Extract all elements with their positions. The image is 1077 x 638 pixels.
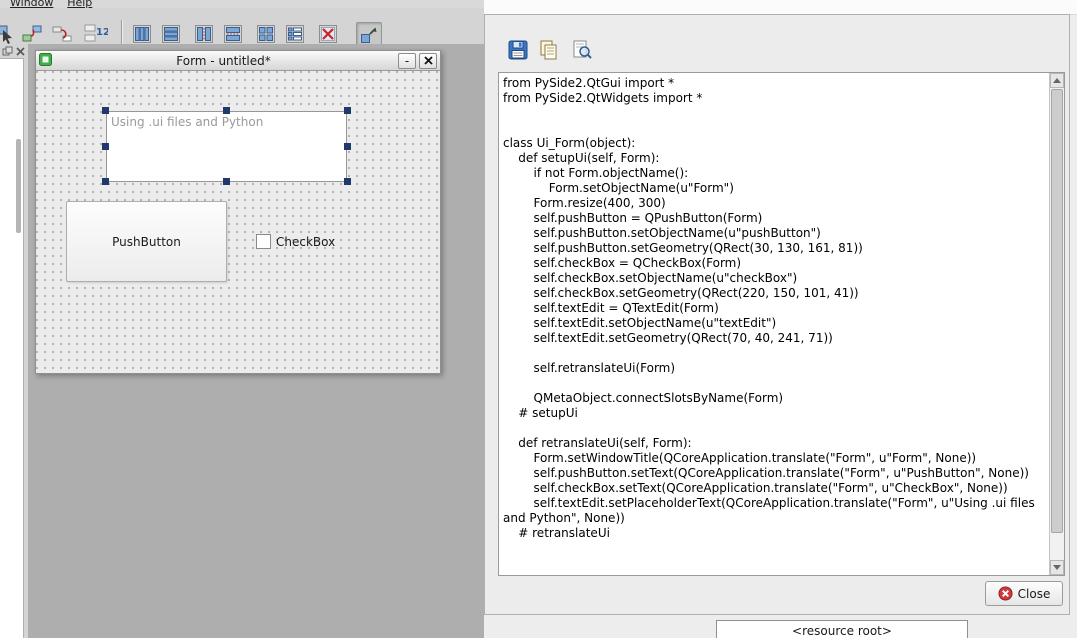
- edit-widgets-icon[interactable]: [0, 22, 17, 46]
- close-circle-icon: [998, 586, 1013, 601]
- close-button[interactable]: Close: [985, 581, 1063, 606]
- scroll-down-icon[interactable]: [1050, 560, 1064, 575]
- layout-grid-icon[interactable]: [254, 22, 278, 46]
- selection-handle[interactable]: [344, 178, 351, 185]
- selection-handle[interactable]: [344, 143, 351, 150]
- widget-box-panel[interactable]: [0, 58, 24, 638]
- dock-float-icon[interactable]: [2, 46, 13, 57]
- generated-code: from PySide2.QtGui import * from PySide2…: [499, 73, 1064, 544]
- textedit-widget[interactable]: Using .ui files and Python: [106, 111, 347, 182]
- code-scrollbar[interactable]: [1049, 73, 1064, 575]
- layout-horizontally-icon[interactable]: [130, 22, 154, 46]
- close-icon: [424, 56, 433, 65]
- svg-text:123: 123: [96, 27, 108, 38]
- form-canvas[interactable]: Using .ui files and Python PushButton Ch…: [36, 71, 440, 373]
- checkbox-indicator[interactable]: [256, 234, 271, 249]
- selection-handle[interactable]: [102, 107, 109, 114]
- save-icon[interactable]: [505, 37, 531, 63]
- edit-tab-order-icon[interactable]: 123: [84, 22, 108, 46]
- right-top-strip: [484, 0, 1077, 15]
- close-window-button[interactable]: [419, 53, 437, 69]
- form-window-title: Form - untitled*: [52, 54, 395, 68]
- dock-close-icon[interactable]: [15, 46, 26, 57]
- selection-handle[interactable]: [223, 178, 230, 185]
- code-preview-dialog: from PySide2.QtGui import * from PySide2…: [484, 14, 1070, 615]
- copy-icon[interactable]: [536, 37, 562, 63]
- qt-designer-window: Window Help: [0, 0, 1077, 638]
- minimize-button[interactable]: -: [398, 53, 416, 69]
- dock-scrollbar-thumb[interactable]: [16, 139, 21, 233]
- edit-signals-slots-icon[interactable]: [20, 22, 44, 46]
- textedit-placeholder: Using .ui files and Python: [111, 115, 342, 129]
- scroll-up-icon[interactable]: [1050, 73, 1064, 88]
- form-titlebar[interactable]: Form - untitled* -: [36, 51, 440, 71]
- layout-vertical-splitter-icon[interactable]: [221, 22, 245, 46]
- scrollbar-thumb[interactable]: [1051, 89, 1063, 533]
- close-button-label: Close: [1018, 587, 1051, 601]
- selection-handle[interactable]: [102, 143, 109, 150]
- selection-handle[interactable]: [102, 178, 109, 185]
- checkbox-label: CheckBox: [276, 235, 335, 249]
- edit-buddies-icon[interactable]: [50, 22, 74, 46]
- layout-horizontal-splitter-icon[interactable]: [192, 22, 216, 46]
- pushbutton-widget[interactable]: PushButton: [66, 201, 227, 282]
- widget-box-dock: [0, 44, 28, 638]
- menubar: Window Help: [0, 0, 484, 8]
- layout-form-icon[interactable]: [283, 22, 307, 46]
- menu-window[interactable]: Window: [10, 0, 53, 8]
- form-editor-window: Form - untitled* - Using .ui files and P…: [35, 50, 441, 374]
- checkbox-widget[interactable]: CheckBox: [256, 221, 357, 262]
- layout-vertically-icon[interactable]: [159, 22, 183, 46]
- find-icon[interactable]: [569, 37, 595, 63]
- form-file-icon: [39, 53, 52, 69]
- break-layout-icon[interactable]: [316, 22, 340, 46]
- menu-help[interactable]: Help: [67, 0, 92, 8]
- resource-root-item[interactable]: <resource root>: [716, 620, 968, 638]
- toolbar-separator: [121, 20, 123, 46]
- code-view[interactable]: from PySide2.QtGui import * from PySide2…: [498, 72, 1065, 576]
- selection-handle[interactable]: [344, 107, 351, 114]
- selection-handle[interactable]: [223, 107, 230, 114]
- toolbar: 123: [0, 8, 484, 44]
